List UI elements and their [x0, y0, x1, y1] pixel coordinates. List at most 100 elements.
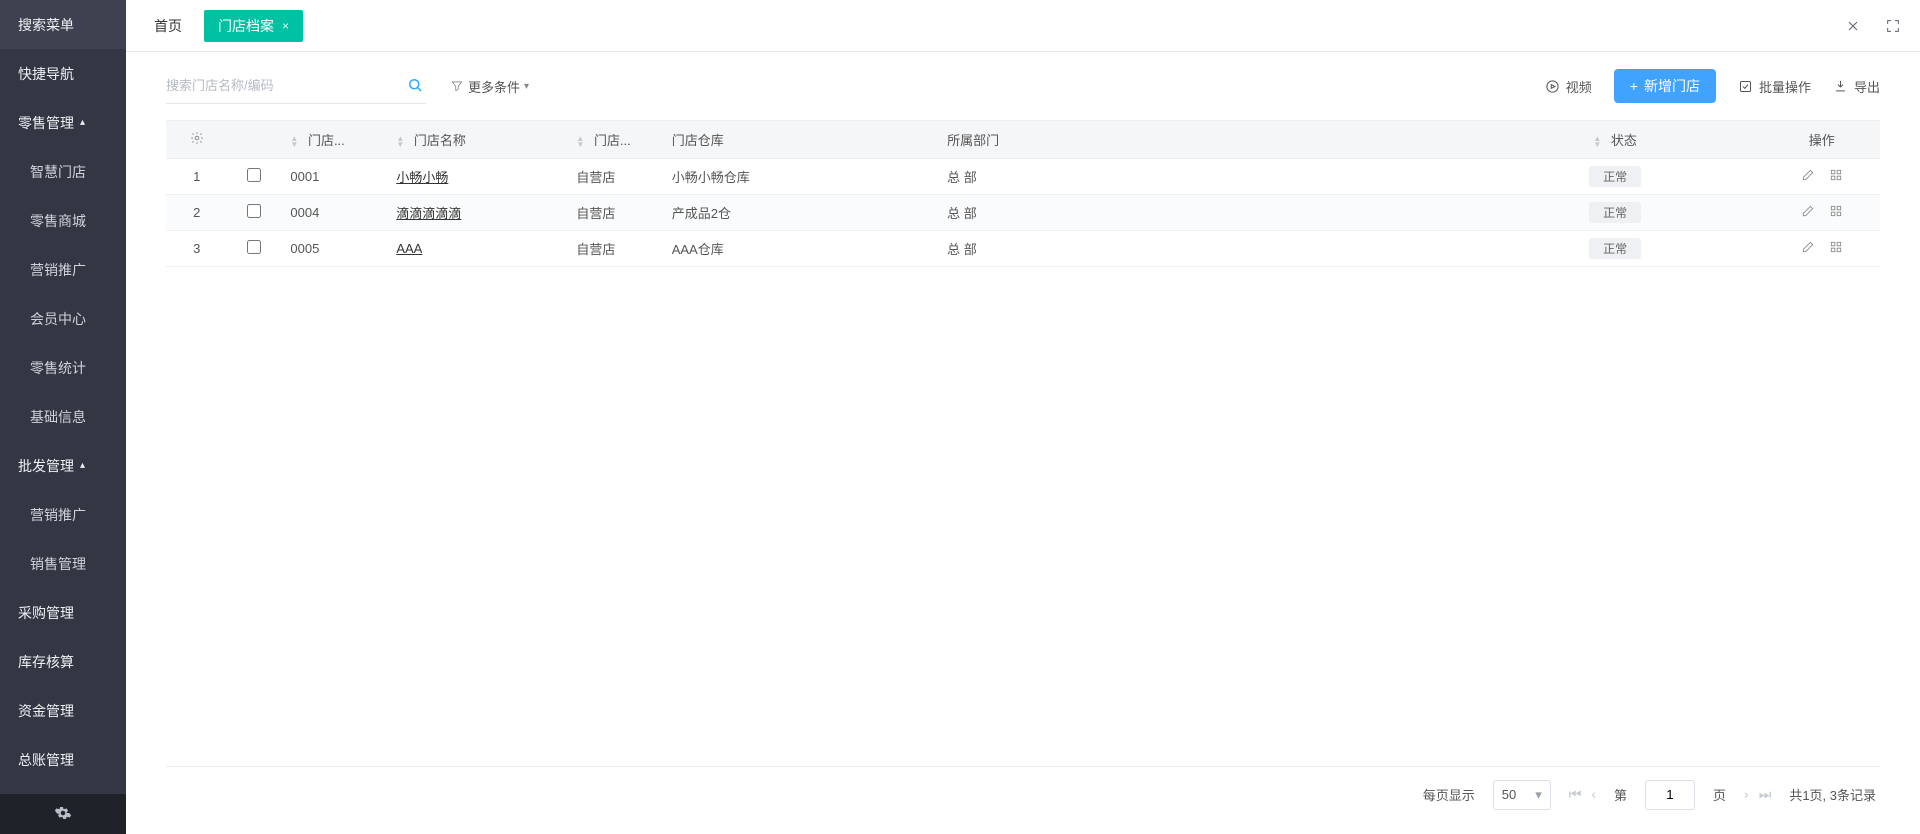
sidebar-item-9[interactable]: 批发管理▴ — [0, 441, 126, 490]
sidebar-item-11[interactable]: 销售管理 — [0, 539, 126, 588]
chevron-down-icon: ▾ — [524, 81, 529, 92]
sidebar-item-1[interactable]: 快捷导航 — [0, 49, 126, 98]
store-name-link[interactable]: AAA — [396, 241, 422, 256]
video-label: 视频 — [1566, 77, 1592, 96]
close-icon[interactable]: × — [282, 19, 289, 33]
sidebar-item-label: 零售统计 — [30, 358, 86, 378]
fullscreen-button[interactable] — [1880, 13, 1906, 39]
sidebar-item-label: 零售管理 — [18, 113, 74, 133]
more-filters-button[interactable]: 更多条件 ▾ — [450, 77, 529, 96]
sidebar-item-label: 搜索菜单 — [18, 15, 74, 35]
col-dept[interactable]: 所属部门 — [937, 121, 1467, 159]
sidebar: 搜索菜单快捷导航零售管理▴智慧门店零售商城营销推广会员中心零售统计基础信息批发管… — [0, 0, 126, 834]
sidebar-item-13[interactable]: 库存核算 — [0, 637, 126, 686]
sidebar-item-label: 营销推广 — [30, 505, 86, 525]
row-index: 2 — [166, 195, 227, 231]
sidebar-item-6[interactable]: 会员中心 — [0, 294, 126, 343]
sidebar-item-4[interactable]: 零售商城 — [0, 196, 126, 245]
export-button[interactable]: 导出 — [1833, 77, 1880, 96]
per-page-label: 每页显示 — [1423, 785, 1475, 804]
add-store-label: 新增门店 — [1644, 76, 1700, 96]
sidebar-item-5[interactable]: 营销推广 — [0, 245, 126, 294]
store-name-link[interactable]: 小畅小畅 — [396, 170, 448, 185]
tab-home-label: 首页 — [154, 16, 182, 36]
plus-icon: + — [1630, 78, 1638, 94]
tab-store-archive[interactable]: 门店档案 × — [204, 10, 303, 42]
main: 首页 门店档案 × — [126, 0, 1920, 834]
cell-type: 自营店 — [566, 159, 661, 195]
more-icon[interactable] — [1829, 204, 1843, 221]
stores-table: ▲▼ 门店... ▲▼ 门店名称 ▲▼ 门店... 门店仓库 — [166, 120, 1880, 267]
gear-icon — [190, 133, 204, 148]
pagination: 每页显示 50 ▾ ⏮ ‹ 第 页 › ⏭ 共1页, 3条记录 — [166, 766, 1880, 822]
cell-type: 自营店 — [566, 231, 661, 267]
batch-action-label: 批量操作 — [1759, 77, 1811, 96]
cell-warehouse: AAA仓库 — [662, 231, 937, 267]
sidebar-item-label: 资金管理 — [18, 701, 74, 721]
col-warehouse[interactable]: 门店仓库 — [662, 121, 937, 159]
store-name-link[interactable]: 滴滴滴滴滴 — [396, 206, 461, 221]
per-page-select[interactable]: 50 ▾ — [1493, 780, 1551, 810]
sidebar-item-2[interactable]: 零售管理▴ — [0, 98, 126, 147]
sidebar-item-8[interactable]: 基础信息 — [0, 392, 126, 441]
batch-action-button[interactable]: 批量操作 — [1738, 77, 1811, 96]
more-icon[interactable] — [1829, 168, 1843, 185]
page-first-button[interactable]: ⏮ — [1569, 786, 1582, 803]
sidebar-item-3[interactable]: 智慧门店 — [0, 147, 126, 196]
video-button[interactable]: 视频 — [1545, 77, 1592, 96]
sidebar-item-7[interactable]: 零售统计 — [0, 343, 126, 392]
close-all-tabs-button[interactable] — [1840, 13, 1866, 39]
table-row: 20004滴滴滴滴滴自营店产成品2仓总 部正常 — [166, 195, 1880, 231]
col-name[interactable]: ▲▼ 门店名称 — [386, 121, 566, 159]
sidebar-item-10[interactable]: 营销推广 — [0, 490, 126, 539]
edit-icon[interactable] — [1801, 204, 1815, 221]
edit-icon[interactable] — [1801, 240, 1815, 257]
sidebar-item-label: 零售商城 — [30, 211, 86, 231]
row-checkbox[interactable] — [247, 204, 261, 218]
sort-icon: ▲▼ — [290, 136, 298, 148]
row-checkbox[interactable] — [247, 240, 261, 254]
sidebar-settings-button[interactable] — [0, 794, 126, 834]
page-input[interactable] — [1645, 780, 1695, 810]
tab-home[interactable]: 首页 — [140, 10, 196, 42]
row-index: 1 — [166, 159, 227, 195]
cell-status: 正常 — [1467, 159, 1764, 195]
page-next-button[interactable]: › — [1744, 786, 1749, 803]
gear-icon — [54, 804, 72, 825]
chevron-down-icon: ▾ — [1535, 787, 1542, 803]
col-status[interactable]: ▲▼ 状态 — [1467, 121, 1764, 159]
sidebar-item-label: 营销推广 — [30, 260, 86, 280]
more-icon[interactable] — [1829, 240, 1843, 257]
sidebar-item-0[interactable]: 搜索菜单 — [0, 0, 126, 49]
sidebar-item-label: 批发管理 — [18, 456, 74, 476]
sidebar-item-15[interactable]: 总账管理 — [0, 735, 126, 784]
add-store-button[interactable]: + 新增门店 — [1614, 69, 1716, 103]
edit-icon[interactable] — [1801, 168, 1815, 185]
table-row: 30005AAA自营店AAA仓库总 部正常 — [166, 231, 1880, 267]
row-checkbox[interactable] — [247, 168, 261, 182]
search-icon[interactable] — [406, 76, 424, 97]
row-checkbox-cell — [227, 195, 280, 231]
search-input[interactable] — [166, 69, 426, 103]
cell-warehouse: 产成品2仓 — [662, 195, 937, 231]
status-badge: 正常 — [1589, 202, 1641, 223]
col-settings[interactable] — [166, 121, 227, 159]
sidebar-item-14[interactable]: 资金管理 — [0, 686, 126, 735]
col-type[interactable]: ▲▼ 门店... — [566, 121, 661, 159]
cell-code: 0005 — [280, 231, 386, 267]
page-last-button[interactable]: ⏭ — [1759, 786, 1772, 803]
col-code[interactable]: ▲▼ 门店... — [280, 121, 386, 159]
cell-status: 正常 — [1467, 231, 1764, 267]
sidebar-item-label: 会员中心 — [30, 309, 86, 329]
cell-code: 0001 — [280, 159, 386, 195]
page-prev-button[interactable]: ‹ — [1591, 786, 1596, 803]
sidebar-item-label: 基础信息 — [30, 407, 86, 427]
sidebar-item-12[interactable]: 采购管理 — [0, 588, 126, 637]
sidebar-item-label: 快捷导航 — [18, 64, 74, 84]
table-wrap: ▲▼ 门店... ▲▼ 门店名称 ▲▼ 门店... 门店仓库 — [126, 120, 1920, 834]
sort-icon: ▲▼ — [576, 136, 584, 148]
sidebar-item-label: 库存核算 — [18, 652, 74, 672]
sidebar-item-label: 总账管理 — [18, 750, 74, 770]
cell-dept: 总 部 — [937, 195, 1467, 231]
col-checkbox — [227, 121, 280, 159]
